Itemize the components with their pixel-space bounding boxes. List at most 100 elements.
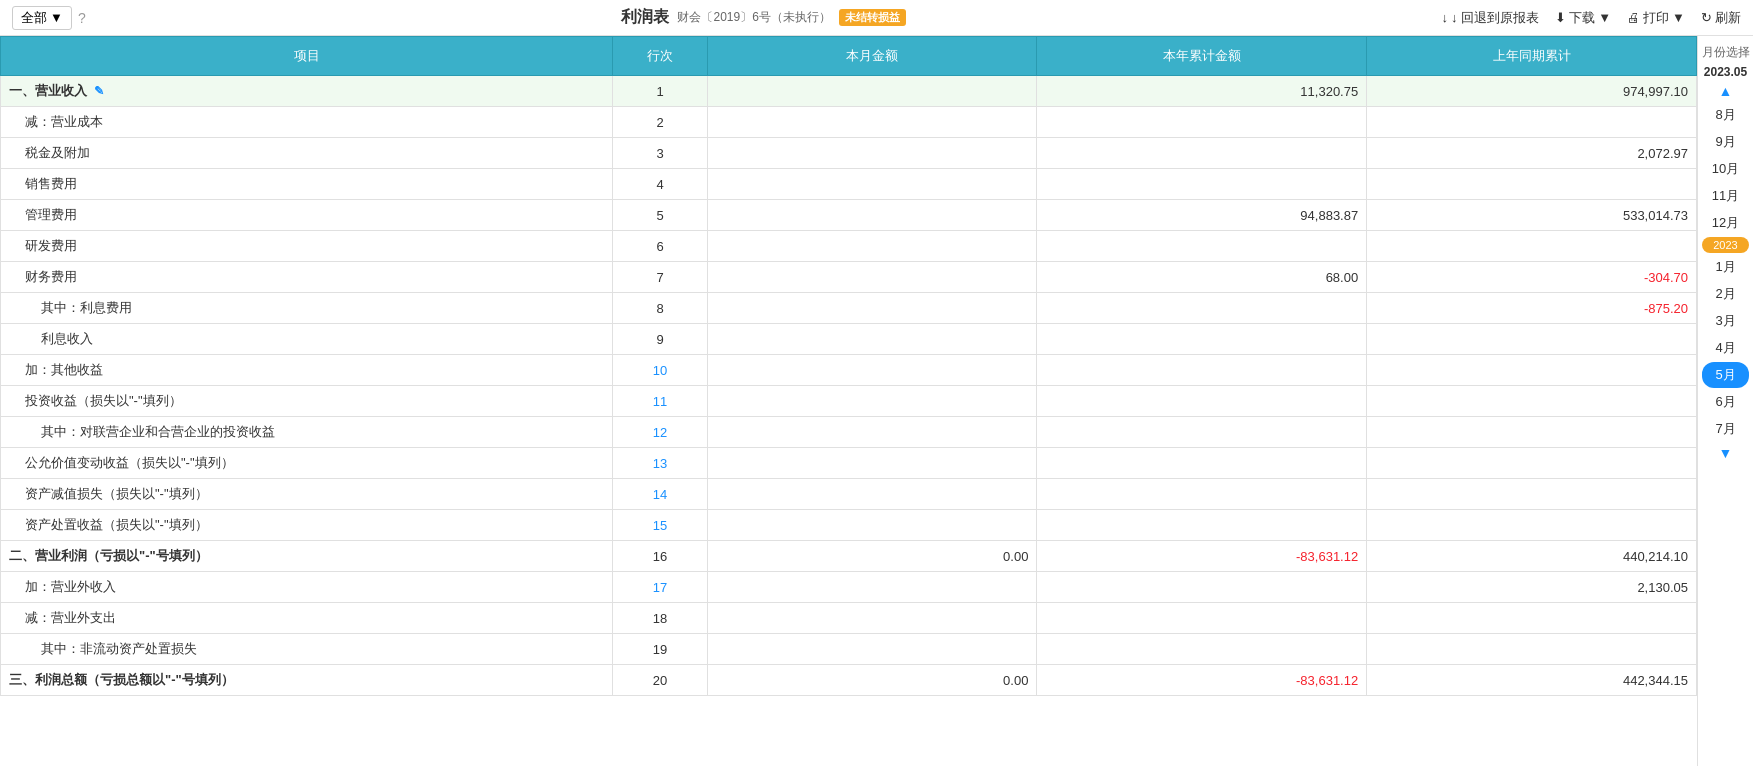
top-bar-actions: ↓ ↓ 回退到原报表 ⬇ 下载 ▼ 🖨 打印 ▼ ↻ 刷新 bbox=[1442, 9, 1741, 27]
header-row: 行次 bbox=[613, 37, 707, 76]
month-nav-down[interactable]: ▼ bbox=[1698, 443, 1753, 463]
header-year: 本年累计金额 bbox=[1037, 37, 1367, 76]
scope-label: 全部 bbox=[21, 9, 47, 27]
page-subtitle: 财会〔2019〕6号（未执行） bbox=[677, 9, 830, 26]
month-item-0[interactable]: 8月 bbox=[1702, 102, 1749, 128]
cell-year-16 bbox=[1037, 572, 1367, 603]
cell-year-6: 68.00 bbox=[1037, 262, 1367, 293]
cell-item-11: 其中：对联营企业和合营企业的投资收益 bbox=[1, 417, 613, 448]
cell-year-1 bbox=[1037, 107, 1367, 138]
cell-month-17 bbox=[707, 603, 1037, 634]
cell-item-6: 财务费用 bbox=[1, 262, 613, 293]
print-button[interactable]: 🖨 打印 ▼ bbox=[1627, 9, 1685, 27]
cell-year-11 bbox=[1037, 417, 1367, 448]
print-icon: 🖨 bbox=[1627, 10, 1640, 25]
month-item-5[interactable]: 2023 bbox=[1702, 237, 1749, 253]
cell-month-11 bbox=[707, 417, 1037, 448]
cell-prev-16: 2,130.05 bbox=[1367, 572, 1697, 603]
cell-rownum-18: 19 bbox=[613, 634, 707, 665]
cell-month-14 bbox=[707, 510, 1037, 541]
month-sidebar: 月份选择 2023.05 ▲ 8月9月10月11月12月20231月2月3月4月… bbox=[1697, 36, 1753, 766]
cell-prev-18 bbox=[1367, 634, 1697, 665]
cell-rownum-16[interactable]: 17 bbox=[613, 572, 707, 603]
cell-year-5 bbox=[1037, 231, 1367, 262]
cell-rownum-5: 6 bbox=[613, 231, 707, 262]
month-item-6[interactable]: 1月 bbox=[1702, 254, 1749, 280]
cell-item-1: 减：营业成本 bbox=[1, 107, 613, 138]
cell-rownum-12[interactable]: 13 bbox=[613, 448, 707, 479]
cell-month-13 bbox=[707, 479, 1037, 510]
cell-prev-0: 974,997.10 bbox=[1367, 76, 1697, 107]
cell-prev-2: 2,072.97 bbox=[1367, 138, 1697, 169]
cell-prev-1 bbox=[1367, 107, 1697, 138]
page-title-group: 利润表 财会〔2019〕6号（未执行） 未结转损益 bbox=[621, 7, 905, 28]
refresh-button[interactable]: ↻ 刷新 bbox=[1701, 9, 1741, 27]
cell-prev-4: 533,014.73 bbox=[1367, 200, 1697, 231]
main-content: 项目 行次 本月金额 本年累计金额 上年同期累计 一、营业收入 ✎111,320… bbox=[0, 36, 1753, 766]
cell-item-14: 资产处置收益（损失以"-"填列） bbox=[1, 510, 613, 541]
header-item: 项目 bbox=[1, 37, 613, 76]
cell-month-2 bbox=[707, 138, 1037, 169]
month-item-2[interactable]: 10月 bbox=[1702, 156, 1749, 182]
cell-year-9 bbox=[1037, 355, 1367, 386]
cell-item-5: 研发费用 bbox=[1, 231, 613, 262]
page-title: 利润表 bbox=[621, 7, 669, 28]
cell-year-10 bbox=[1037, 386, 1367, 417]
cell-year-12 bbox=[1037, 448, 1367, 479]
chevron-down-icon: ▼ bbox=[1672, 10, 1685, 25]
top-bar: 全部 ▼ ? 利润表 财会〔2019〕6号（未执行） 未结转损益 ↓ ↓ 回退到… bbox=[0, 0, 1753, 36]
cell-month-9 bbox=[707, 355, 1037, 386]
refresh-icon: ↻ bbox=[1701, 10, 1712, 25]
cell-prev-7: -875.20 bbox=[1367, 293, 1697, 324]
cell-rownum-14[interactable]: 15 bbox=[613, 510, 707, 541]
status-badge: 未结转损益 bbox=[839, 9, 906, 26]
cell-rownum-4: 5 bbox=[613, 200, 707, 231]
cell-month-15: 0.00 bbox=[707, 541, 1037, 572]
cell-month-12 bbox=[707, 448, 1037, 479]
help-icon[interactable]: ? bbox=[78, 10, 86, 26]
cell-rownum-11[interactable]: 12 bbox=[613, 417, 707, 448]
cell-year-17 bbox=[1037, 603, 1367, 634]
cell-year-19: -83,631.12 bbox=[1037, 665, 1367, 696]
cell-rownum-13[interactable]: 14 bbox=[613, 479, 707, 510]
header-month: 本月金额 bbox=[707, 37, 1037, 76]
download-button[interactable]: ⬇ 下载 ▼ bbox=[1555, 9, 1611, 27]
cell-item-12: 公允价值变动收益（损失以"-"填列） bbox=[1, 448, 613, 479]
month-item-3[interactable]: 11月 bbox=[1702, 183, 1749, 209]
month-item-7[interactable]: 2月 bbox=[1702, 281, 1749, 307]
cell-month-18 bbox=[707, 634, 1037, 665]
cell-year-2 bbox=[1037, 138, 1367, 169]
scope-dropdown[interactable]: 全部 ▼ bbox=[12, 6, 72, 30]
cell-item-10: 投资收益（损失以"-"填列） bbox=[1, 386, 613, 417]
month-item-11[interactable]: 6月 bbox=[1702, 389, 1749, 415]
cell-item-15: 二、营业利润（亏损以"-"号填列） bbox=[1, 541, 613, 572]
cell-prev-15: 440,214.10 bbox=[1367, 541, 1697, 572]
cell-rownum-6: 7 bbox=[613, 262, 707, 293]
cell-year-14 bbox=[1037, 510, 1367, 541]
month-selector-label: 月份选择 bbox=[1698, 40, 1753, 63]
month-nav-up[interactable]: ▲ bbox=[1698, 81, 1753, 101]
month-item-4[interactable]: 12月 bbox=[1702, 210, 1749, 236]
cell-prev-19: 442,344.15 bbox=[1367, 665, 1697, 696]
cell-month-19: 0.00 bbox=[707, 665, 1037, 696]
cell-prev-13 bbox=[1367, 479, 1697, 510]
cell-rownum-9[interactable]: 10 bbox=[613, 355, 707, 386]
cell-item-4: 管理费用 bbox=[1, 200, 613, 231]
edit-icon-0[interactable]: ✎ bbox=[91, 84, 104, 98]
back-button[interactable]: ↓ ↓ 回退到原报表 bbox=[1442, 9, 1540, 27]
cell-rownum-0: 1 bbox=[613, 76, 707, 107]
cell-rownum-10[interactable]: 11 bbox=[613, 386, 707, 417]
cell-prev-14 bbox=[1367, 510, 1697, 541]
month-item-1[interactable]: 9月 bbox=[1702, 129, 1749, 155]
cell-month-5 bbox=[707, 231, 1037, 262]
cell-item-18: 其中：非流动资产处置损失 bbox=[1, 634, 613, 665]
cell-rownum-3: 4 bbox=[613, 169, 707, 200]
month-item-12[interactable]: 7月 bbox=[1702, 416, 1749, 442]
cell-prev-17 bbox=[1367, 603, 1697, 634]
month-item-9[interactable]: 4月 bbox=[1702, 335, 1749, 361]
month-item-8[interactable]: 3月 bbox=[1702, 308, 1749, 334]
cell-item-13: 资产减值损失（损失以"-"填列） bbox=[1, 479, 613, 510]
month-item-10[interactable]: 5月 bbox=[1702, 362, 1749, 388]
cell-prev-3 bbox=[1367, 169, 1697, 200]
cell-item-8: 利息收入 bbox=[1, 324, 613, 355]
